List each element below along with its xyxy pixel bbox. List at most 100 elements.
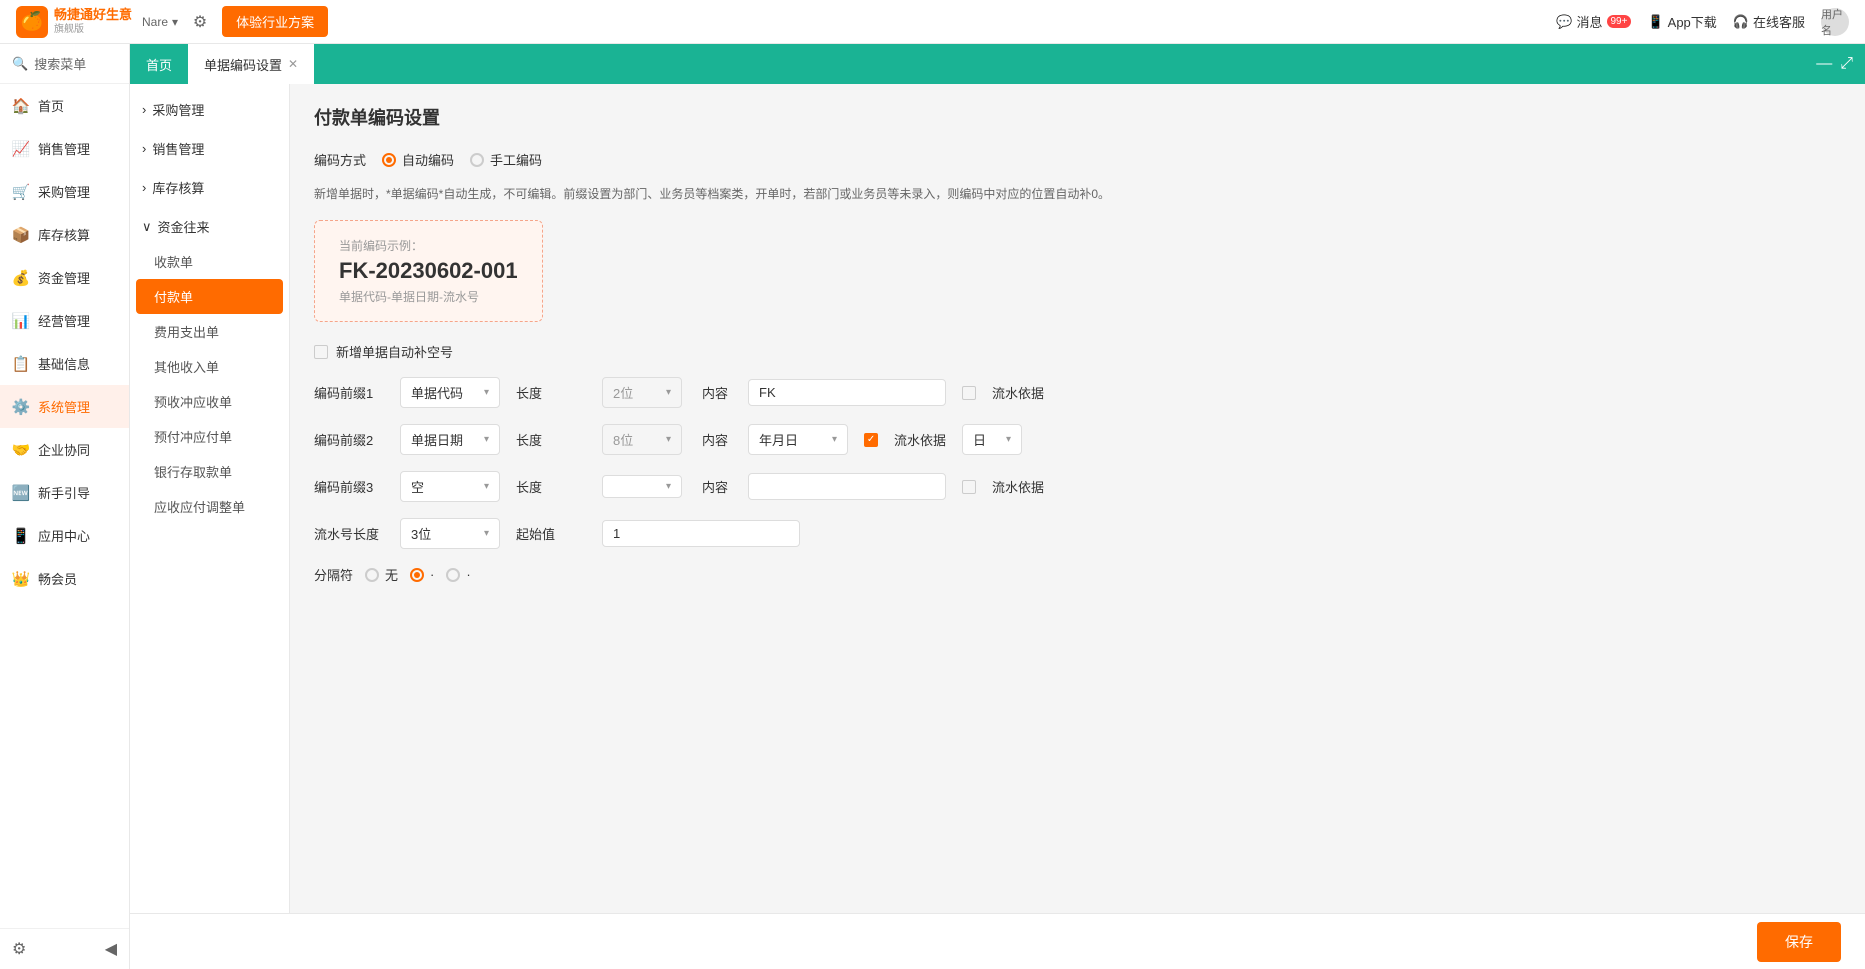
save-button[interactable]: 保存 bbox=[1757, 922, 1841, 962]
trial-button[interactable]: 体验行业方案 bbox=[222, 6, 328, 37]
prefix2-select[interactable]: 单据日期 ▾ bbox=[400, 424, 500, 455]
sidebar-item-member[interactable]: 👑 畅会员 bbox=[0, 557, 129, 600]
search-menu[interactable]: 🔍 搜索菜单 bbox=[0, 44, 129, 84]
sidebar-item-cooperation[interactable]: 🤝 企业协同 bbox=[0, 428, 129, 471]
sub-menu: › 采购管理 › 销售管理 › 库存核算 bbox=[130, 84, 290, 913]
sidebar-item-guide[interactable]: 🆕 新手引导 bbox=[0, 471, 129, 514]
sub-item-payment[interactable]: 付款单 bbox=[136, 279, 283, 314]
chevron-right-icon: › bbox=[142, 102, 146, 117]
inventory-icon: 📦 bbox=[12, 226, 30, 244]
message-button[interactable]: 💬 消息 99+ bbox=[1556, 12, 1631, 31]
length1-select[interactable]: 2位 ▾ bbox=[602, 377, 682, 408]
serial2-checkbox[interactable]: ✓ bbox=[864, 433, 878, 447]
tab-bar: 首页 单据编码设置 ✕ — ⤢ bbox=[130, 44, 1865, 84]
message-badge: 99+ bbox=[1607, 15, 1632, 28]
user-avatar[interactable]: 用户名 bbox=[1821, 8, 1849, 36]
sub-group-sales-title[interactable]: › 销售管理 bbox=[130, 131, 289, 166]
serial-length-select[interactable]: 3位 ▾ bbox=[400, 518, 500, 549]
sub-item-other-income[interactable]: 其他收入单 bbox=[130, 349, 289, 384]
page-title: 付款单编码设置 bbox=[314, 104, 1841, 130]
chevron-right-icon2: › bbox=[142, 141, 146, 156]
length3-arrow: ▾ bbox=[666, 481, 671, 492]
sep-dash-icon bbox=[410, 568, 424, 582]
sub-item-adjustment[interactable]: 应收应付调整单 bbox=[130, 489, 289, 524]
sidebar-item-basic-info[interactable]: 📋 基础信息 bbox=[0, 342, 129, 385]
sep-none-radio[interactable]: 无 bbox=[365, 565, 398, 584]
content1-input[interactable] bbox=[748, 379, 946, 406]
sidebar-item-home[interactable]: 🏠 首页 bbox=[0, 84, 129, 127]
sep-dot-icon bbox=[446, 568, 460, 582]
sub-item-pre-payment[interactable]: 预付冲应付单 bbox=[130, 419, 289, 454]
sep-none-icon bbox=[365, 568, 379, 582]
auto-fill-row: 新增单据自动补空号 bbox=[314, 342, 1841, 361]
search-icon: 🔍 bbox=[12, 56, 28, 72]
prefix1-select[interactable]: 单据代码 ▾ bbox=[400, 377, 500, 408]
content-wrapper: › 采购管理 › 销售管理 › 库存核算 bbox=[130, 84, 1865, 913]
tab-close-icon[interactable]: ✕ bbox=[288, 57, 298, 71]
guide-icon: 🆕 bbox=[12, 484, 30, 502]
tab-minimize-icon[interactable]: — bbox=[1816, 55, 1832, 73]
tab-maximize-icon[interactable]: ⤢ bbox=[1840, 55, 1853, 73]
sub-item-receipt[interactable]: 收款单 bbox=[130, 244, 289, 279]
length2-select[interactable]: 8位 ▾ bbox=[602, 424, 682, 455]
settings-bottom-icon[interactable]: ⚙ bbox=[12, 939, 26, 959]
main-panel: 付款单编码设置 编码方式 自动编码 手工编码 bbox=[290, 84, 1865, 913]
cooperation-icon: 🤝 bbox=[12, 441, 30, 459]
sub-item-expense[interactable]: 费用支出单 bbox=[130, 314, 289, 349]
sales-icon: 📈 bbox=[12, 140, 30, 158]
prefix2-arrow: ▾ bbox=[484, 434, 489, 445]
sub-group-inventory-title[interactable]: › 库存核算 bbox=[130, 170, 289, 205]
prefix2-label: 编码前缀2 bbox=[314, 430, 384, 449]
encoding-label: 编码方式 bbox=[314, 150, 366, 169]
serial1-checkbox[interactable] bbox=[962, 386, 976, 400]
radio-group-encoding: 自动编码 手工编码 bbox=[382, 150, 542, 169]
content3-input[interactable] bbox=[748, 473, 946, 500]
content1-label: 内容 bbox=[702, 383, 728, 402]
serial3-checkbox[interactable] bbox=[962, 480, 976, 494]
home-icon: 🏠 bbox=[12, 97, 30, 115]
collapse-icon[interactable]: ◀ bbox=[105, 939, 117, 959]
top-bar-left: 🍊 畅捷通好生意 旗舰版 Nare ▾ ⚙ 体验行业方案 bbox=[16, 6, 328, 38]
app-download-button[interactable]: 📱 App下载 bbox=[1647, 12, 1716, 31]
settings-icon[interactable]: ⚙ bbox=[186, 8, 214, 36]
sub-item-pre-receipt[interactable]: 预收冲应收单 bbox=[130, 384, 289, 419]
member-icon: 👑 bbox=[12, 570, 30, 588]
online-service-button[interactable]: 🎧 在线客服 bbox=[1733, 12, 1805, 31]
start-value-input[interactable] bbox=[602, 520, 800, 547]
message-icon: 💬 bbox=[1556, 14, 1572, 30]
sidebar-item-sales[interactable]: 📈 销售管理 bbox=[0, 127, 129, 170]
headset-icon: 🎧 bbox=[1733, 14, 1749, 30]
content2-select[interactable]: 年月日 ▾ bbox=[748, 424, 848, 455]
sub-item-bank[interactable]: 银行存取款单 bbox=[130, 454, 289, 489]
length2-label: 长度 bbox=[516, 430, 586, 449]
chevron-down-icon2: ∨ bbox=[142, 219, 152, 235]
encode-row-2: 编码前缀2 单据日期 ▾ 长度 8位 ▾ 内容 年月日 ▾ ✓ bbox=[314, 424, 1841, 455]
radio-manual-encode[interactable]: 手工编码 bbox=[470, 150, 542, 169]
sidebar-item-app-center[interactable]: 📱 应用中心 bbox=[0, 514, 129, 557]
sidebar-item-inventory[interactable]: 📦 库存核算 bbox=[0, 213, 129, 256]
radio-auto-icon bbox=[382, 153, 396, 167]
sub-group-capital-title[interactable]: ∨ 资金往来 bbox=[130, 209, 289, 244]
nav-dropdown[interactable]: Nare ▾ bbox=[142, 15, 178, 29]
sep-dash-radio[interactable]: · bbox=[410, 567, 434, 582]
serial2-unit-select[interactable]: 日 ▾ bbox=[962, 424, 1022, 455]
auto-fill-checkbox[interactable] bbox=[314, 345, 328, 359]
radio-auto-encode[interactable]: 自动编码 bbox=[382, 150, 454, 169]
prefix3-select[interactable]: 空 ▾ bbox=[400, 471, 500, 502]
encode-row-1: 编码前缀1 单据代码 ▾ 长度 2位 ▾ 内容 流水依据 bbox=[314, 377, 1841, 408]
separator-row: 分隔符 无 · · bbox=[314, 565, 1841, 584]
length2-arrow: ▾ bbox=[666, 434, 671, 445]
tab-encode-settings[interactable]: 单据编码设置 ✕ bbox=[188, 44, 314, 84]
chevron-down-icon: ▾ bbox=[172, 15, 178, 29]
sub-group-purchase-title[interactable]: › 采购管理 bbox=[130, 92, 289, 127]
content2-label: 内容 bbox=[702, 430, 728, 449]
sidebar-item-finance[interactable]: 💰 资金管理 bbox=[0, 256, 129, 299]
sidebar-item-purchase[interactable]: 🛒 采购管理 bbox=[0, 170, 129, 213]
preview-label: 当前编码示例： bbox=[339, 237, 518, 254]
sep-dot-radio[interactable]: · bbox=[446, 567, 470, 582]
length3-select[interactable]: ▾ bbox=[602, 475, 682, 498]
sidebar-item-operations[interactable]: 📊 经营管理 bbox=[0, 299, 129, 342]
sidebar-item-system[interactable]: ⚙️ 系统管理 bbox=[0, 385, 129, 428]
tab-home[interactable]: 首页 bbox=[130, 44, 188, 84]
sub-group-inventory: › 库存核算 bbox=[130, 170, 289, 205]
